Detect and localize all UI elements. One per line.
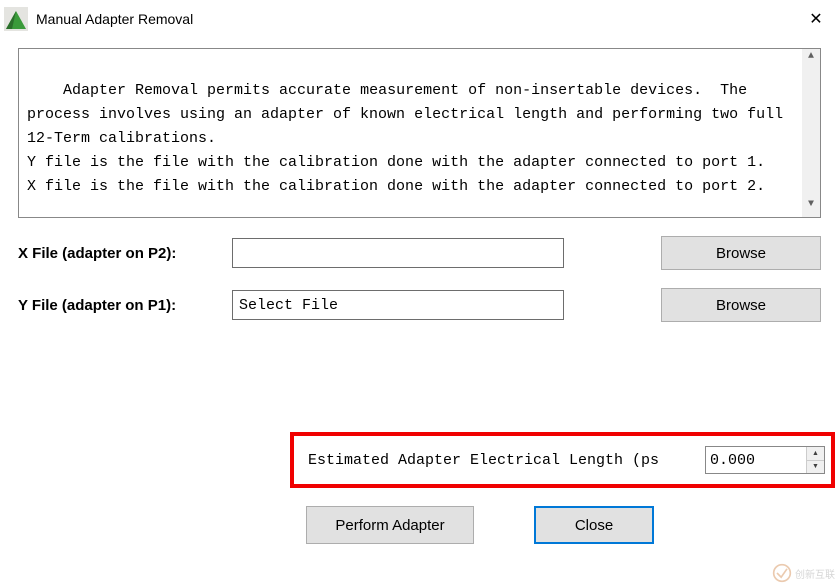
y-file-browse-button[interactable]: Browse bbox=[661, 288, 821, 322]
estimated-length-row: Estimated Adapter Electrical Length (ps … bbox=[290, 432, 835, 488]
info-text: Adapter Removal permits accurate measure… bbox=[27, 82, 792, 195]
y-file-row: Y File (adapter on P1): Browse bbox=[18, 288, 821, 322]
info-textarea[interactable]: Adapter Removal permits accurate measure… bbox=[18, 48, 821, 218]
x-file-browse-button[interactable]: Browse bbox=[661, 236, 821, 270]
window-title: Manual Adapter Removal bbox=[36, 11, 193, 27]
spinner-up-icon[interactable]: ▲ bbox=[807, 447, 824, 461]
y-file-label: Y File (adapter on P1): bbox=[18, 297, 218, 314]
close-button[interactable]: Close bbox=[534, 506, 654, 544]
x-file-row: X File (adapter on P2): Browse bbox=[18, 236, 821, 270]
scroll-up-icon[interactable]: ▲ bbox=[808, 51, 814, 67]
spinner-down-icon[interactable]: ▼ bbox=[807, 461, 824, 474]
scrollbar[interactable]: ▲ ▼ bbox=[802, 49, 820, 217]
action-row: Perform Adapter Close bbox=[306, 506, 821, 544]
dialog-content: Adapter Removal permits accurate measure… bbox=[0, 38, 839, 554]
estimated-length-spinner[interactable]: ▲ ▼ bbox=[705, 446, 825, 474]
estimated-length-input[interactable] bbox=[706, 447, 806, 473]
spinner-buttons: ▲ ▼ bbox=[806, 447, 824, 473]
scroll-down-icon[interactable]: ▼ bbox=[808, 199, 814, 215]
x-file-label: X File (adapter on P2): bbox=[18, 245, 218, 262]
watermark: 创新互联 bbox=[772, 563, 835, 583]
app-icon bbox=[4, 7, 28, 31]
window-close-button[interactable]: ✕ bbox=[793, 0, 839, 38]
y-file-input[interactable] bbox=[232, 290, 564, 320]
perform-adapter-button[interactable]: Perform Adapter bbox=[306, 506, 474, 544]
watermark-text: 创新互联 bbox=[795, 566, 835, 581]
titlebar: Manual Adapter Removal ✕ bbox=[0, 0, 839, 38]
x-file-input[interactable] bbox=[232, 238, 564, 268]
close-icon: ✕ bbox=[809, 9, 822, 29]
estimated-length-label: Estimated Adapter Electrical Length (ps bbox=[308, 452, 733, 469]
